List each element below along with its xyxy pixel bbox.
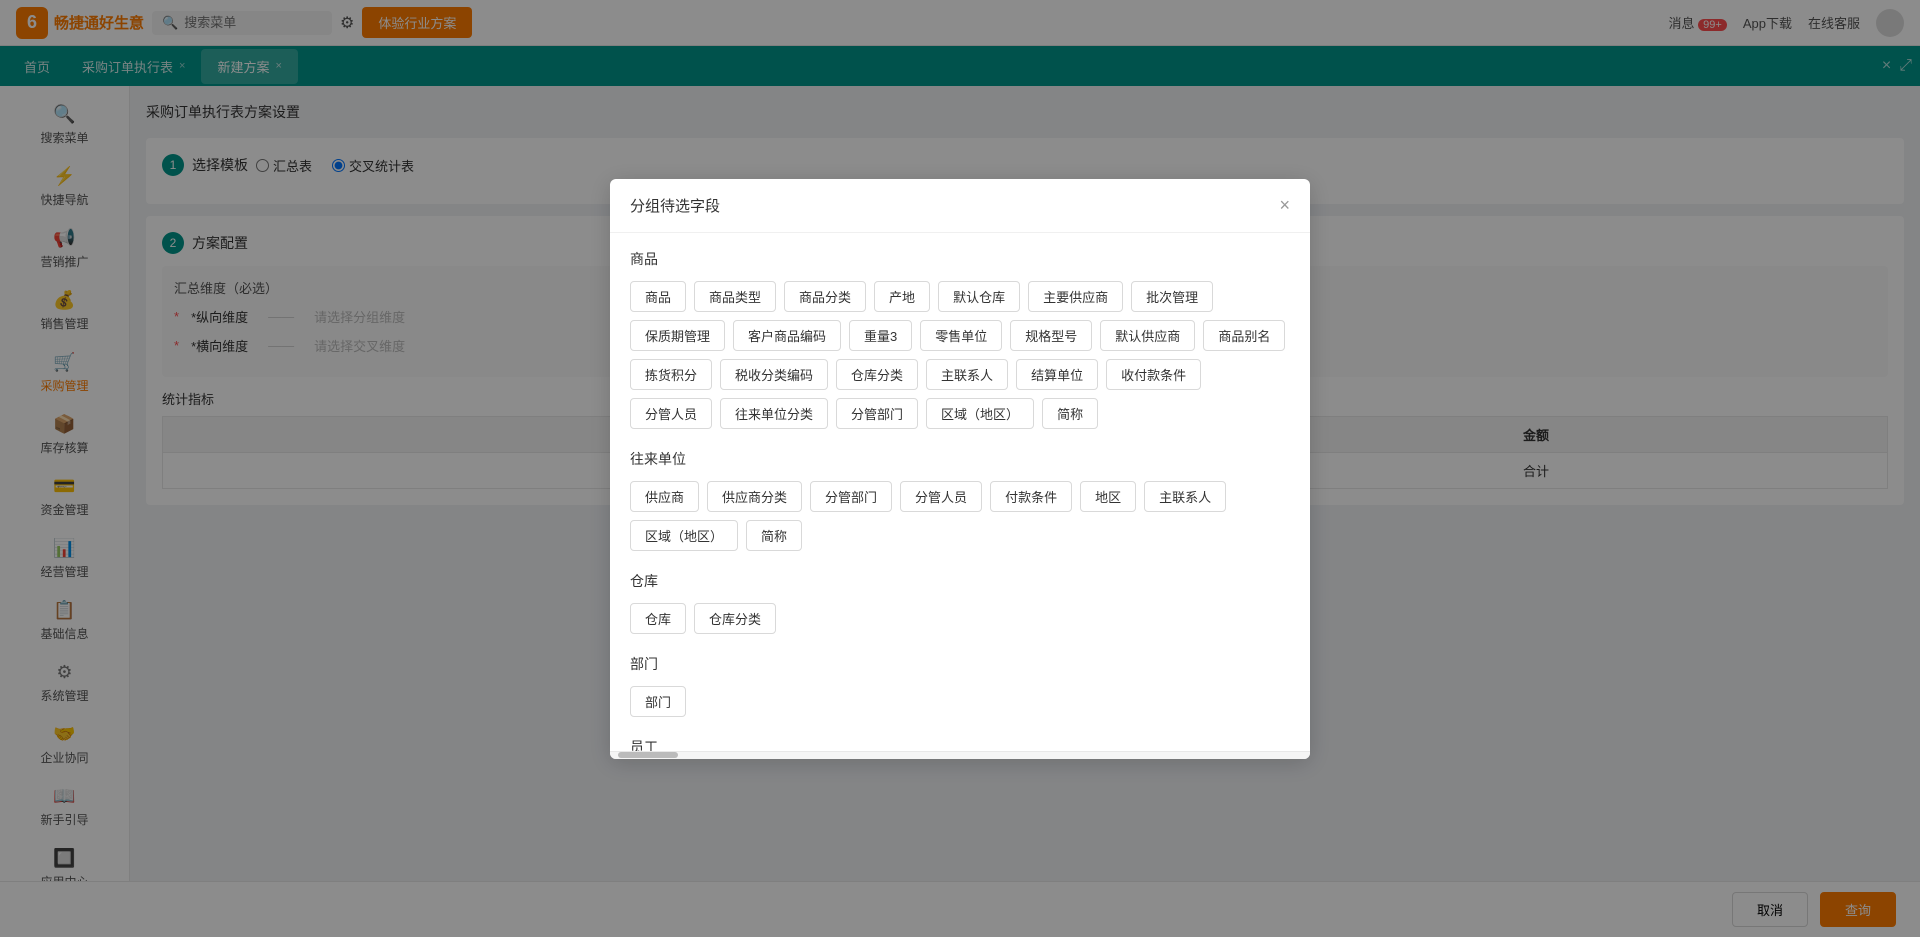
section-warehouse-tags: 仓库 仓库分类 [630, 603, 1290, 634]
tag-product-10[interactable]: 零售单位 [920, 320, 1002, 351]
tag-product-0[interactable]: 商品 [630, 281, 686, 312]
tag-product-20[interactable]: 分管人员 [630, 398, 712, 429]
section-warehouse-title: 仓库 [630, 571, 1290, 591]
tag-partner-1[interactable]: 供应商分类 [707, 481, 802, 512]
tag-product-15[interactable]: 税收分类编码 [720, 359, 828, 390]
section-product-title: 商品 [630, 249, 1290, 269]
tag-product-9[interactable]: 重量3 [849, 320, 912, 351]
tag-product-11[interactable]: 规格型号 [1010, 320, 1092, 351]
tag-product-12[interactable]: 默认供应商 [1100, 320, 1195, 351]
tag-product-22[interactable]: 分管部门 [836, 398, 918, 429]
modal-scroll-bar [610, 751, 1310, 758]
tag-product-6[interactable]: 批次管理 [1131, 281, 1213, 312]
tag-partner-4[interactable]: 付款条件 [990, 481, 1072, 512]
tag-product-17[interactable]: 主联系人 [926, 359, 1008, 390]
tag-partner-5[interactable]: 地区 [1080, 481, 1136, 512]
tag-product-2[interactable]: 商品分类 [784, 281, 866, 312]
section-dept: 部门 部门 [630, 654, 1290, 717]
section-dept-title: 部门 [630, 654, 1290, 674]
tag-product-19[interactable]: 收付款条件 [1106, 359, 1201, 390]
tag-product-1[interactable]: 商品类型 [694, 281, 776, 312]
section-partner-title: 往来单位 [630, 449, 1290, 469]
tag-partner-3[interactable]: 分管人员 [900, 481, 982, 512]
tag-partner-0[interactable]: 供应商 [630, 481, 699, 512]
modal-scrollbar-thumb[interactable] [618, 752, 678, 758]
tag-product-8[interactable]: 客户商品编码 [733, 320, 841, 351]
tag-product-4[interactable]: 默认仓库 [938, 281, 1020, 312]
tag-product-5[interactable]: 主要供应商 [1028, 281, 1123, 312]
tag-product-23[interactable]: 区域（地区） [926, 398, 1034, 429]
section-partner: 往来单位 供应商 供应商分类 分管部门 分管人员 付款条件 地区 主联系人 区域… [630, 449, 1290, 551]
section-partner-tags: 供应商 供应商分类 分管部门 分管人员 付款条件 地区 主联系人 区域（地区） … [630, 481, 1290, 551]
modal-close-btn[interactable]: × [1279, 195, 1290, 216]
modal-header: 分组待选字段 × [610, 179, 1310, 233]
section-warehouse: 仓库 仓库 仓库分类 [630, 571, 1290, 634]
tag-product-18[interactable]: 结算单位 [1016, 359, 1098, 390]
tag-partner-8[interactable]: 简称 [746, 520, 802, 551]
section-dept-tags: 部门 [630, 686, 1290, 717]
modal-body: 商品 商品 商品类型 商品分类 产地 默认仓库 主要供应商 批次管理 保质期管理… [610, 233, 1310, 752]
tag-product-24[interactable]: 简称 [1042, 398, 1098, 429]
modal: 分组待选字段 × 商品 商品 商品类型 商品分类 产地 默认仓库 主要供应商 批… [610, 179, 1310, 759]
tag-partner-6[interactable]: 主联系人 [1144, 481, 1226, 512]
tag-product-14[interactable]: 拣货积分 [630, 359, 712, 390]
section-staff-title: 员工 [630, 737, 1290, 752]
tag-product-3[interactable]: 产地 [874, 281, 930, 312]
tag-partner-7[interactable]: 区域（地区） [630, 520, 738, 551]
tag-product-16[interactable]: 仓库分类 [836, 359, 918, 390]
tag-warehouse-1[interactable]: 仓库分类 [694, 603, 776, 634]
tag-partner-2[interactable]: 分管部门 [810, 481, 892, 512]
tag-warehouse-0[interactable]: 仓库 [630, 603, 686, 634]
modal-title: 分组待选字段 [630, 195, 720, 216]
section-staff: 员工 业务员 [630, 737, 1290, 752]
modal-overlay: 分组待选字段 × 商品 商品 商品类型 商品分类 产地 默认仓库 主要供应商 批… [0, 0, 1920, 937]
tag-product-21[interactable]: 往来单位分类 [720, 398, 828, 429]
section-product: 商品 商品 商品类型 商品分类 产地 默认仓库 主要供应商 批次管理 保质期管理… [630, 249, 1290, 429]
section-product-tags: 商品 商品类型 商品分类 产地 默认仓库 主要供应商 批次管理 保质期管理 客户… [630, 281, 1290, 429]
tag-product-13[interactable]: 商品别名 [1203, 320, 1285, 351]
tag-product-7[interactable]: 保质期管理 [630, 320, 725, 351]
tag-dept-0[interactable]: 部门 [630, 686, 686, 717]
